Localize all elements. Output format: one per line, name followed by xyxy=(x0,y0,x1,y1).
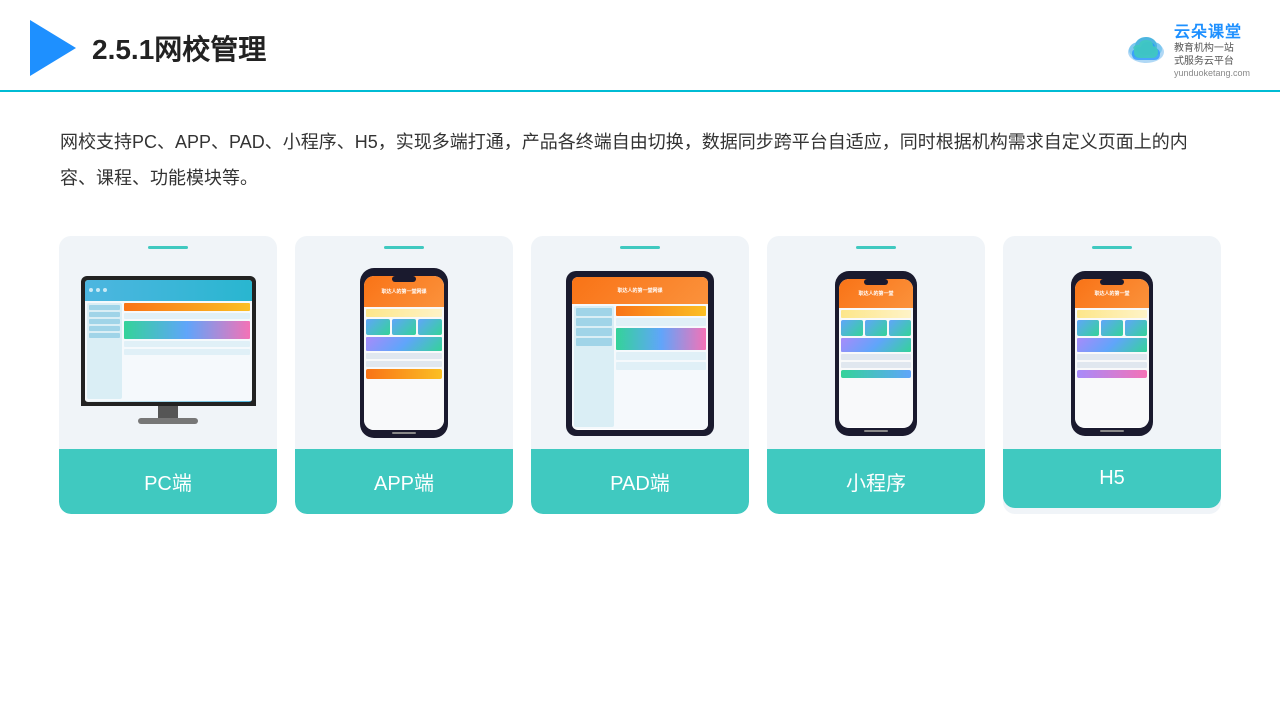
phone-home-bar-mini xyxy=(864,430,888,432)
phone-mockup-app: 职达人的第一堂网课 xyxy=(360,268,448,438)
card-pad: 职达人的第一堂网课 xyxy=(531,236,749,514)
card-h5: 职达人的第一堂 xyxy=(1003,236,1221,514)
card-image-mini: 职达人的第一堂 xyxy=(767,249,985,449)
phone-screen-app: 职达人的第一堂网课 xyxy=(364,276,444,430)
card-label-pc: PC端 xyxy=(59,449,277,514)
card-label-pad: PAD端 xyxy=(531,449,749,514)
pc-screen-body xyxy=(85,301,252,401)
card-image-pc xyxy=(59,249,277,449)
pc-stand xyxy=(158,406,178,418)
card-label-h5: H5 xyxy=(1003,449,1221,508)
phone-notch-app xyxy=(392,276,416,282)
pc-screen-inner xyxy=(85,280,252,402)
phone-mockup-mini: 职达人的第一堂 xyxy=(835,271,917,436)
description-text: 网校支持PC、APP、PAD、小程序、H5，实现多端打通，产品各终端自由切换，数… xyxy=(60,124,1220,196)
phone-body-app xyxy=(364,307,444,430)
page-title: 2.5.1网校管理 xyxy=(92,28,266,68)
brand-logo: 云朵课堂 教育机构一站 式服务云平台 yunduoketang.com xyxy=(1124,18,1250,78)
header-left: 2.5.1网校管理 xyxy=(30,20,266,76)
phone-notch-h5 xyxy=(1100,279,1124,285)
phone-home-bar-app xyxy=(392,432,416,434)
pc-base xyxy=(138,418,198,424)
brand-sub: 教育机构一站 式服务云平台 xyxy=(1174,42,1234,68)
phone-screen-mini: 职达人的第一堂 xyxy=(839,279,913,428)
header-right: 云朵课堂 教育机构一站 式服务云平台 yunduoketang.com xyxy=(1124,18,1250,78)
brand-text: 云朵课堂 教育机构一站 式服务云平台 yunduoketang.com xyxy=(1174,18,1250,78)
tablet-mockup: 职达人的第一堂网课 xyxy=(566,271,714,436)
phone-screen-h5: 职达人的第一堂 xyxy=(1075,279,1149,428)
card-image-h5: 职达人的第一堂 xyxy=(1003,249,1221,449)
phone-body-h5 xyxy=(1075,308,1149,427)
card-pc: PC端 xyxy=(59,236,277,514)
logo-triangle-icon xyxy=(30,20,76,76)
tablet-body xyxy=(572,304,708,429)
card-image-pad: 职达人的第一堂网课 xyxy=(531,249,749,449)
brand-url: yunduoketang.com xyxy=(1174,68,1250,78)
tablet-screen: 职达人的第一堂网课 xyxy=(572,277,708,430)
header: 2.5.1网校管理 云朵课堂 教育机构一站 式服务云平台 yunduoketan… xyxy=(0,0,1280,92)
brand-name: 云朵课堂 xyxy=(1174,18,1242,42)
phone-body-mini xyxy=(839,308,913,427)
card-image-app: 职达人的第一堂网课 xyxy=(295,249,513,449)
pc-screen-outer xyxy=(81,276,256,406)
card-app: 职达人的第一堂网课 xyxy=(295,236,513,514)
card-miniprogram: 职达人的第一堂 xyxy=(767,236,985,514)
phone-notch-mini xyxy=(864,279,888,285)
cards-container: PC端 职达人的第一堂网课 xyxy=(0,216,1280,514)
card-label-mini: 小程序 xyxy=(767,449,985,514)
pc-mockup xyxy=(78,276,258,431)
card-label-app: APP端 xyxy=(295,449,513,514)
phone-mockup-h5: 职达人的第一堂 xyxy=(1071,271,1153,436)
pc-screen-top-bar xyxy=(85,280,252,302)
description: 网校支持PC、APP、PAD、小程序、H5，实现多端打通，产品各终端自由切换，数… xyxy=(0,92,1280,216)
cloud-icon xyxy=(1124,30,1168,66)
phone-home-bar-h5 xyxy=(1100,430,1124,432)
tablet-header: 职达人的第一堂网课 xyxy=(572,277,708,305)
